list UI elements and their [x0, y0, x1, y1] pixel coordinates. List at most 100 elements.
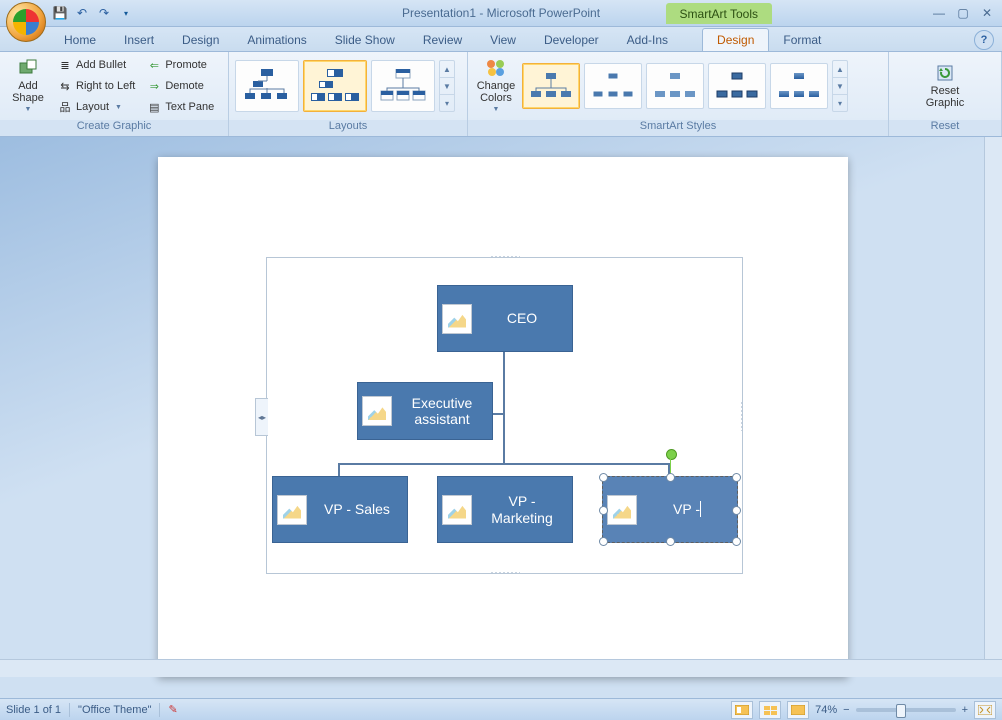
- slide-canvas[interactable]: ◂▸ CEO Executive assistant: [158, 157, 848, 677]
- zoom-percent[interactable]: 74%: [815, 704, 837, 716]
- style-option-2[interactable]: [584, 63, 642, 109]
- horizontal-scrollbar[interactable]: [0, 659, 1002, 677]
- selection-handle[interactable]: [666, 473, 675, 482]
- slideshow-view-button[interactable]: [787, 701, 809, 719]
- text-cursor-icon: [700, 501, 701, 517]
- demote-button[interactable]: ⇒Demote: [143, 76, 218, 96]
- right-to-left-button[interactable]: ⇆Right to Left: [54, 76, 139, 96]
- tab-view[interactable]: View: [476, 29, 530, 51]
- tab-animations[interactable]: Animations: [233, 29, 320, 51]
- group-create-graphic: Add Shape ▼ ≣Add Bullet ⇆Right to Left 品…: [0, 52, 229, 136]
- status-theme: "Office Theme": [78, 704, 151, 716]
- more-icon[interactable]: ▾: [833, 95, 847, 111]
- style-thumb-icon: [653, 71, 697, 101]
- layout-button[interactable]: 品Layout▼: [54, 97, 139, 117]
- style-option-3[interactable]: [646, 63, 704, 109]
- chevron-down-icon: ▼: [115, 104, 122, 111]
- qat-dropdown-icon[interactable]: ▾: [118, 5, 134, 21]
- tab-slide-show[interactable]: Slide Show: [321, 29, 409, 51]
- tab-design[interactable]: Design: [168, 29, 233, 51]
- text-pane-icon: ▤: [147, 100, 161, 114]
- add-shape-button[interactable]: Add Shape ▼: [6, 55, 50, 117]
- selection-handle[interactable]: [732, 473, 741, 482]
- selection-handle[interactable]: [599, 537, 608, 546]
- zoom-slider-thumb[interactable]: [896, 704, 906, 718]
- node-text[interactable]: VP -: [641, 501, 737, 517]
- tab-home[interactable]: Home: [50, 29, 110, 51]
- org-node-vp-editing[interactable]: VP -: [602, 476, 738, 543]
- style-option-5[interactable]: [770, 63, 828, 109]
- chevron-down-icon[interactable]: ▼: [833, 78, 847, 95]
- help-icon[interactable]: ?: [974, 30, 994, 50]
- add-bullet-button[interactable]: ≣Add Bullet: [54, 55, 139, 75]
- rtl-label: Right to Left: [76, 80, 135, 92]
- tab-addins[interactable]: Add-Ins: [613, 29, 682, 51]
- org-node-executive-assistant[interactable]: Executive assistant: [357, 382, 493, 440]
- selection-handle[interactable]: [732, 506, 741, 515]
- picture-placeholder-icon[interactable]: [362, 396, 392, 426]
- redo-icon[interactable]: ↷: [96, 5, 112, 21]
- add-bullet-label: Add Bullet: [76, 59, 126, 71]
- chevron-down-icon[interactable]: ▼: [440, 78, 454, 95]
- resize-handle-bottom[interactable]: [490, 571, 520, 576]
- save-icon[interactable]: 💾: [52, 5, 68, 21]
- sorter-view-button[interactable]: [759, 701, 781, 719]
- rotate-stem: [670, 457, 671, 474]
- org-node-ceo[interactable]: CEO: [437, 285, 573, 352]
- tab-insert[interactable]: Insert: [110, 29, 168, 51]
- selection-handle[interactable]: [732, 537, 741, 546]
- selection-handle[interactable]: [599, 473, 608, 482]
- tab-developer[interactable]: Developer: [530, 29, 613, 51]
- promote-button[interactable]: ⇐Promote: [143, 55, 218, 75]
- close-icon[interactable]: ✕: [980, 6, 994, 20]
- more-icon[interactable]: ▾: [440, 95, 454, 111]
- selection-handle[interactable]: [599, 506, 608, 515]
- fit-window-button[interactable]: [974, 701, 996, 719]
- window-controls: — ▢ ✕: [932, 6, 1002, 20]
- chevron-down-icon: ▼: [493, 106, 500, 114]
- normal-view-button[interactable]: [731, 701, 753, 719]
- chevron-up-icon[interactable]: ▲: [440, 61, 454, 78]
- styles-gallery-spinner[interactable]: ▲ ▼ ▾: [832, 60, 848, 112]
- reset-graphic-button[interactable]: Reset Graphic: [917, 55, 973, 117]
- zoom-in-button[interactable]: +: [962, 704, 968, 716]
- picture-placeholder-icon[interactable]: [607, 495, 637, 525]
- tab-review[interactable]: Review: [409, 29, 476, 51]
- minimize-icon[interactable]: —: [932, 6, 946, 20]
- rotate-handle[interactable]: [666, 449, 677, 460]
- separator: [159, 703, 160, 717]
- slideshow-view-icon: [791, 705, 805, 715]
- resize-handle-top[interactable]: [490, 255, 520, 260]
- layout-option-3[interactable]: [371, 60, 435, 112]
- undo-icon[interactable]: ↶: [74, 5, 90, 21]
- selection-handle[interactable]: [666, 537, 675, 546]
- smartart-frame[interactable]: ◂▸ CEO Executive assistant: [266, 257, 743, 574]
- layouts-gallery-spinner[interactable]: ▲ ▼ ▾: [439, 60, 455, 112]
- picture-placeholder-icon[interactable]: [442, 495, 472, 525]
- tab-smartart-design[interactable]: Design: [702, 28, 769, 51]
- org-node-vp-sales[interactable]: VP - Sales: [272, 476, 408, 543]
- restore-icon[interactable]: ▢: [956, 6, 970, 20]
- slide-edit-area[interactable]: ◂▸ CEO Executive assistant: [0, 137, 1002, 698]
- resize-handle-right[interactable]: [740, 401, 745, 431]
- chevron-up-icon[interactable]: ▲: [833, 61, 847, 78]
- layout-option-1[interactable]: [235, 60, 299, 112]
- style-option-4[interactable]: [708, 63, 766, 109]
- style-option-1[interactable]: [522, 63, 580, 109]
- text-pane-button[interactable]: ▤Text Pane: [143, 97, 218, 117]
- spellcheck-icon[interactable]: ✎: [168, 703, 177, 716]
- connector: [503, 350, 505, 463]
- office-button[interactable]: [6, 2, 46, 42]
- app-window: 💾 ↶ ↷ ▾ Presentation1 - Microsoft PowerP…: [0, 0, 1002, 720]
- text-pane-toggle[interactable]: ◂▸: [255, 398, 268, 436]
- layout-option-2[interactable]: [303, 60, 367, 112]
- picture-placeholder-icon[interactable]: [442, 304, 472, 334]
- tab-smartart-format[interactable]: Format: [769, 29, 835, 51]
- picture-placeholder-icon[interactable]: [277, 495, 307, 525]
- add-shape-label: Add Shape: [6, 80, 50, 104]
- change-colors-button[interactable]: Change Colors ▼: [474, 55, 518, 117]
- zoom-out-button[interactable]: −: [843, 704, 849, 716]
- vertical-scrollbar[interactable]: [984, 137, 1002, 660]
- zoom-slider[interactable]: [856, 708, 956, 712]
- org-node-vp-marketing[interactable]: VP - Marketing: [437, 476, 573, 543]
